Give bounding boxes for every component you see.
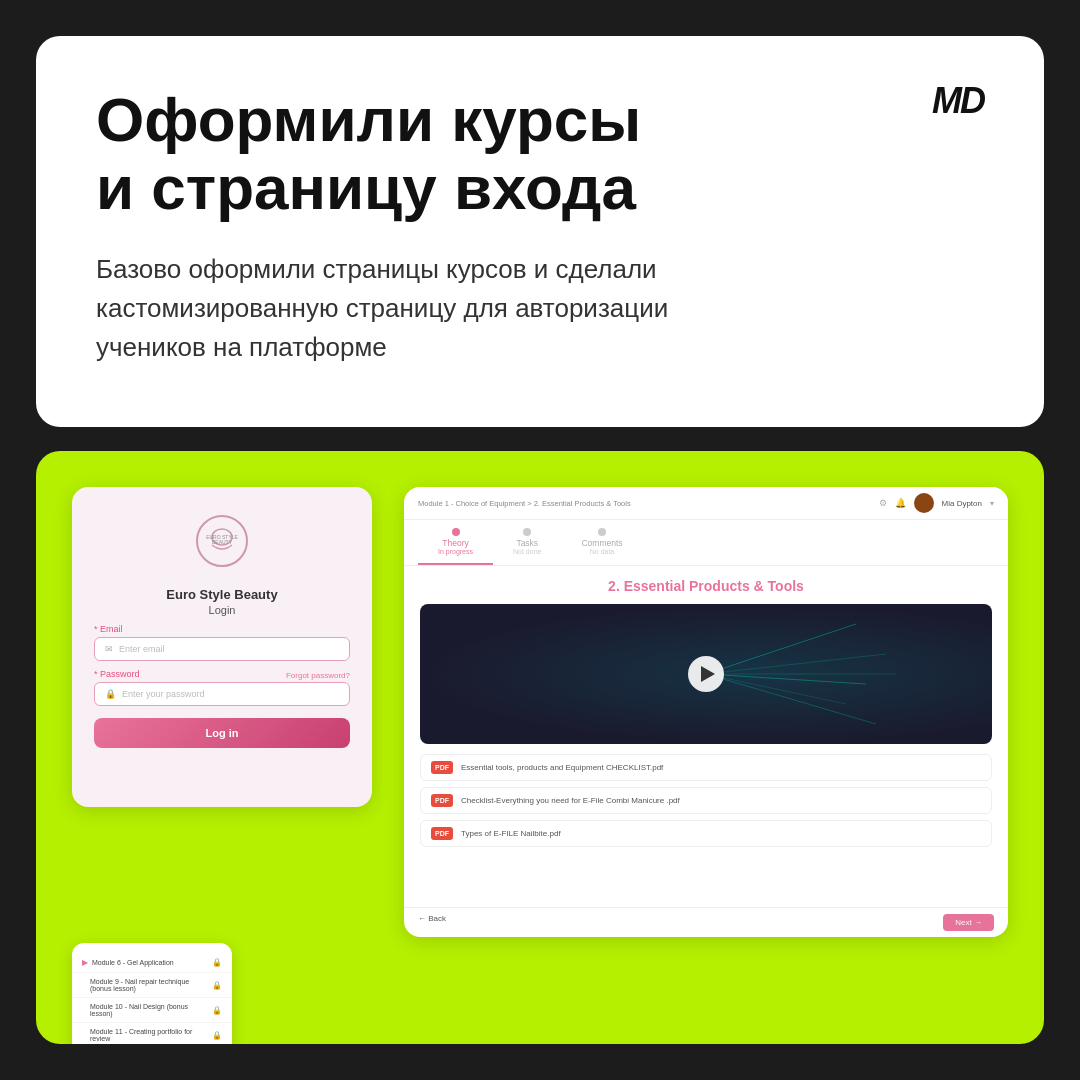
login-form: * Email ✉ Enter email * Password Forgot … <box>94 624 350 748</box>
tab-theory[interactable]: Theory In progress <box>418 520 493 565</box>
pdf-list: PDF Essential tools, products and Equipm… <box>420 754 992 847</box>
sidebar-screenshot: ▶ Module 6 - Gel Application 🔒 Module 9 … <box>72 943 232 1044</box>
email-label: * Email <box>94 624 350 634</box>
play-icon <box>701 666 715 682</box>
nav-bar: ← Back Next → <box>404 907 1008 937</box>
sidebar-item-11[interactable]: Module 11 - Creating portfolio for revie… <box>72 1023 232 1044</box>
page-container: MD Оформили курсы и страницу входа Базов… <box>0 0 1080 1080</box>
course-header: Module 1 - Choice of Equipment > 2. Esse… <box>404 487 1008 520</box>
tab-dot-active <box>452 528 460 536</box>
course-title: 2. Essential Products & Tools <box>420 578 992 594</box>
top-card: MD Оформили курсы и страницу входа Базов… <box>36 36 1044 427</box>
logo-area: EURO STYLE BEAUTY <box>196 515 248 571</box>
course-screenshot: Module 1 - Choice of Equipment > 2. Esse… <box>404 487 1008 937</box>
lock-icon-4: 🔒 <box>212 1031 222 1040</box>
forgot-password-link[interactable]: Forgot password? <box>286 671 350 680</box>
next-button[interactable]: Next → <box>943 914 994 931</box>
tab-comments[interactable]: Comments No data <box>561 520 642 565</box>
pdf-icon-2: PDF <box>431 794 453 807</box>
sidebar-item-9[interactable]: Module 9 - Nail repair technique (bonus … <box>72 973 232 998</box>
lock-icon-3: 🔒 <box>212 1006 222 1015</box>
brand-name: Euro Style Beauty <box>166 587 277 602</box>
email-field-group: * Email ✉ Enter email <box>94 624 350 661</box>
email-input[interactable]: ✉ Enter email <box>94 637 350 661</box>
settings-icon: ⚙ <box>879 498 887 508</box>
tab-bar: Theory In progress Tasks Not done Commen… <box>404 520 1008 566</box>
tab-dot-gray-2 <box>598 528 606 536</box>
bottom-card: EURO STYLE BEAUTY Euro Style Beauty Logi… <box>36 451 1044 1044</box>
svg-text:BEAUTY: BEAUTY <box>212 539 233 545</box>
bell-icon: 🔔 <box>895 498 906 508</box>
lock-icon: 🔒 <box>212 958 222 967</box>
back-button[interactable]: ← Back <box>418 914 446 931</box>
password-label: * Password <box>94 669 140 679</box>
md-logo: MD <box>932 80 984 122</box>
sidebar-item-6[interactable]: ▶ Module 6 - Gel Application 🔒 <box>72 953 232 973</box>
pdf-item-3[interactable]: PDF Types of E-FILE Nailbite.pdf <box>420 820 992 847</box>
tab-dot-gray <box>523 528 531 536</box>
course-content: 2. Essential Products & Tools <box>404 566 1008 907</box>
sidebar-item-10[interactable]: Module 10 - Nail Design (bonus lesson) 🔒 <box>72 998 232 1023</box>
login-button[interactable]: Log in <box>94 718 350 748</box>
header-icons: ⚙ 🔔 Mia Dypton ▾ <box>879 493 994 513</box>
main-title: Оформили курсы и страницу входа <box>96 86 796 222</box>
pdf-icon-1: PDF <box>431 761 453 774</box>
pdf-item-2[interactable]: PDF Checklist-Everything you need for E-… <box>420 787 992 814</box>
svg-line-3 <box>706 624 856 674</box>
video-player[interactable] <box>420 604 992 744</box>
lock-icon-2: 🔒 <box>212 981 222 990</box>
password-input[interactable]: 🔒 Enter your password <box>94 682 350 706</box>
tab-tasks[interactable]: Tasks Not done <box>493 520 561 565</box>
svg-line-4 <box>706 654 886 674</box>
subtitle: Базово оформили страницы курсов и сделал… <box>96 250 776 367</box>
password-field-group: * Password Forgot password? 🔒 Enter your… <box>94 669 350 706</box>
pdf-icon-3: PDF <box>431 827 453 840</box>
username: Mia Dypton <box>942 499 982 508</box>
breadcrumb: Module 1 - Choice of Equipment > 2. Esse… <box>418 499 631 508</box>
chevron-down-icon: ▾ <box>990 499 994 508</box>
pdf-item-1[interactable]: PDF Essential tools, products and Equipm… <box>420 754 992 781</box>
user-avatar <box>914 493 934 513</box>
logo-circle: EURO STYLE BEAUTY <box>196 515 248 567</box>
login-label: Login <box>209 604 236 616</box>
login-screenshot: EURO STYLE BEAUTY Euro Style Beauty Logi… <box>72 487 372 807</box>
svg-line-7 <box>706 674 876 724</box>
